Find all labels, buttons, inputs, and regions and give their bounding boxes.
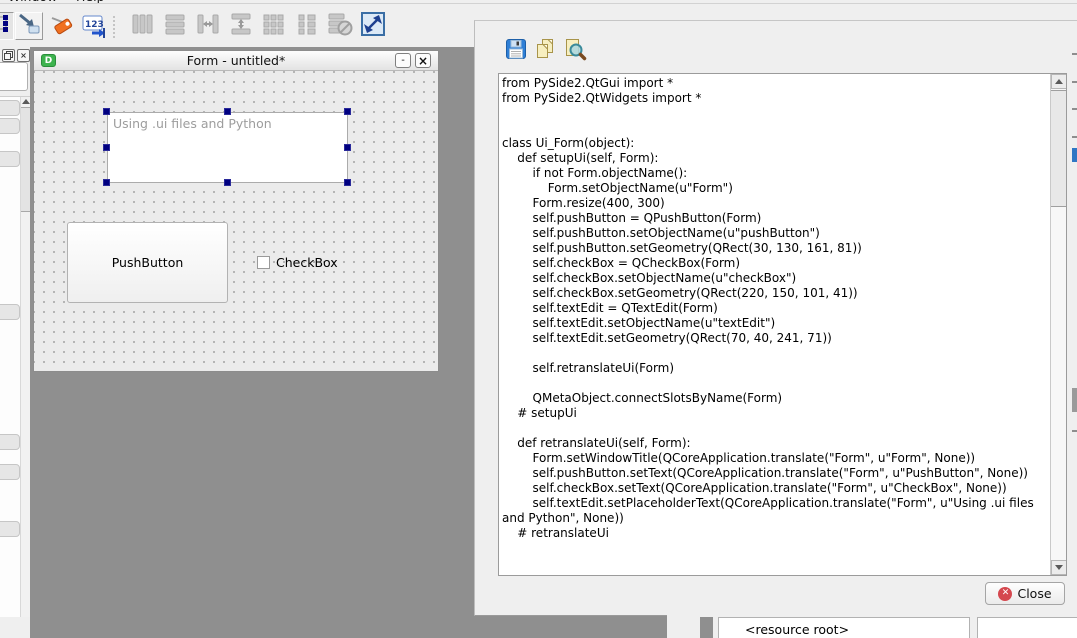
break-layout-icon [327,11,353,41]
layout-grid-icon [262,12,286,40]
layout-horizontally-splitter-button[interactable] [194,12,222,40]
scroll-up-icon [1055,79,1063,84]
layout-form-icon [295,12,319,40]
scroll-up-icon[interactable] [22,99,30,104]
edit-buddies-button[interactable] [48,12,76,40]
break-layout-button[interactable] [326,12,354,40]
adjust-size-button[interactable] [359,12,387,40]
form-canvas[interactable]: Using .ui files and Python PushButton Ch… [34,71,438,371]
layout-horizontally-button[interactable] [128,12,156,40]
resource-tree-panel[interactable]: <resource root> [718,617,970,638]
edit-buddies-icon [50,12,74,40]
widget-category-bar[interactable] [0,118,20,134]
widget-category-bar[interactable] [0,100,20,116]
designer-form-icon: D [41,54,56,67]
form-close-button[interactable]: × [415,53,431,68]
code-preview-dialog: from PySide2.QtGui import * from PySide2… [474,20,1077,616]
selection-handle[interactable] [344,108,351,115]
menubar: Window Help [0,0,1077,4]
qt-designer-screen: Window Help 123 [0,0,1077,638]
widget-filter-input[interactable] [0,62,28,91]
scroll-up-button[interactable] [1051,74,1067,89]
layout-vertically-icon [163,12,187,40]
selection-handle[interactable] [103,108,110,115]
widget-category-bar[interactable] [0,304,20,320]
float-icon [4,51,13,60]
layout-form-button[interactable] [293,12,321,40]
edit-tab-order-icon: 123 [82,14,106,38]
form-window-title: Form - untitled* [34,53,438,68]
widget-box-scrollbar[interactable] [20,97,30,617]
checkbox-label: CheckBox [276,255,338,270]
form-editor-window: D Form - untitled* - × Using .ui files a… [33,50,439,372]
scroll-down-button[interactable] [1051,560,1067,575]
pushbutton-label: PushButton [112,255,184,270]
selection-handle[interactable] [103,179,110,186]
widget-box-dock: × [0,47,30,617]
save-button[interactable] [505,38,529,62]
generated-code[interactable]: from PySide2.QtGui import * from PySide2… [502,76,1047,541]
code-view[interactable]: from PySide2.QtGui import * from PySide2… [498,73,1067,576]
textedit-placeholder: Using .ui files and Python [113,116,272,131]
checkbox-widget[interactable]: CheckBox [257,242,358,283]
close-button-label: Close [1017,586,1051,601]
close-dialog-button[interactable]: ✕ Close [985,582,1065,605]
resource-root-label: <resource root> [745,622,849,637]
form-minimize-button[interactable]: - [395,53,411,68]
svg-text:123: 123 [85,20,104,30]
edit-widgets-button[interactable] [0,12,14,40]
widget-box-list[interactable] [0,96,30,617]
minimize-icon: - [401,56,405,66]
edit-widgets-icon [0,13,11,39]
checkbox-indicator[interactable] [257,256,270,269]
scroll-down-icon [1055,565,1063,570]
selection-handle[interactable] [103,144,110,151]
close-icon: × [20,51,27,60]
close-icon: × [418,55,428,67]
scrollbar-thumb[interactable] [1051,90,1066,207]
form-window-titlebar[interactable]: D Form - untitled* - × [34,51,438,71]
dock-close-button[interactable]: × [17,49,30,62]
code-scrollbar[interactable] [1050,74,1066,575]
layout-horizontally-icon [130,12,154,40]
edit-signals-slots-icon [17,12,41,40]
save-icon [505,45,527,64]
copy-icon [534,45,556,64]
dock-splitter-handle[interactable] [700,617,713,638]
menu-window[interactable]: Window [8,0,57,4]
selection-handle[interactable] [344,144,351,151]
widget-category-bar[interactable] [0,434,20,450]
selection-handle[interactable] [224,179,231,186]
layout-vertically-splitter-button[interactable] [227,12,255,40]
copy-button[interactable] [534,38,558,62]
find-icon [563,47,587,66]
textedit-widget[interactable]: Using .ui files and Python [107,112,348,183]
scrollbar-thumb[interactable] [21,107,30,212]
clipped-selection-fragment [1072,148,1077,162]
resource-preview-panel[interactable] [977,617,1077,638]
layout-horizontally-splitter-icon [196,12,220,40]
layout-vertically-splitter-icon [229,12,253,40]
adjust-size-icon [360,11,386,41]
widget-category-bar[interactable] [0,521,20,537]
pushbutton-widget[interactable]: PushButton [67,222,228,303]
toolbar-separator [112,15,116,39]
close-red-icon: ✕ [998,587,1012,601]
find-button[interactable] [563,38,587,62]
widget-category-bar[interactable] [0,151,20,167]
selection-handle[interactable] [224,108,231,115]
menu-help[interactable]: Help [76,0,105,4]
widget-category-bar[interactable] [0,464,20,480]
edit-tab-order-button[interactable]: 123 [80,12,108,40]
dock-float-button[interactable] [2,49,15,62]
layout-vertically-button[interactable] [161,12,189,40]
edit-signals-slots-button[interactable] [15,12,43,40]
layout-grid-button[interactable] [260,12,288,40]
selection-handle[interactable] [344,179,351,186]
